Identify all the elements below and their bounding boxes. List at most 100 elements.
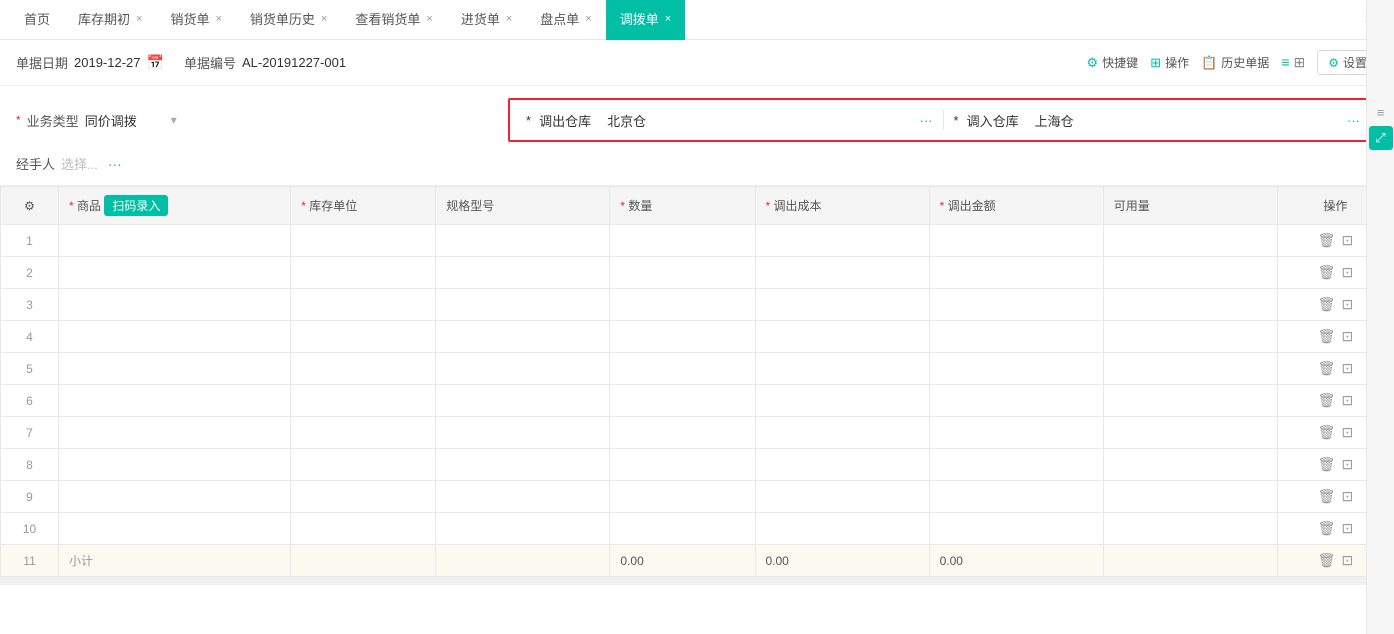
cell-cost[interactable] [755,449,929,481]
copy-icon[interactable]: ⊡ [1341,232,1353,249]
cell-qty[interactable] [610,481,755,513]
cell-amount[interactable] [929,513,1103,545]
tab-sales-history-close[interactable]: × [321,13,327,25]
cell-amount[interactable] [929,289,1103,321]
cell-amount[interactable] [929,353,1103,385]
cell-spec[interactable] [436,385,610,417]
cell-spec[interactable] [436,225,610,257]
grid-layout-icon[interactable]: ⊞ [1293,54,1305,71]
tab-stock-init-close[interactable]: × [136,13,142,25]
cell-spec[interactable] [436,417,610,449]
cell-available[interactable] [1103,481,1277,513]
cell-cost[interactable] [755,289,929,321]
cell-cost[interactable] [755,353,929,385]
delete-icon[interactable]: 🗑 [1318,264,1336,281]
cell-qty[interactable] [610,417,755,449]
cell-unit[interactable] [291,449,436,481]
cell-cost[interactable] [755,385,929,417]
delete-icon[interactable]: 🗑 [1318,424,1336,441]
cell-available[interactable] [1103,257,1277,289]
cell-amount[interactable] [929,321,1103,353]
cell-cost[interactable] [755,225,929,257]
business-type-dropdown-icon[interactable]: ▾ [171,113,177,127]
cell-available[interactable] [1103,449,1277,481]
cell-product[interactable] [59,481,291,513]
tab-transfer[interactable]: 调拨单 × [606,0,685,40]
delete-icon[interactable]: 🗑 [1318,232,1336,249]
cell-cost[interactable] [755,481,929,513]
cell-available[interactable] [1103,289,1277,321]
cell-amount[interactable] [929,417,1103,449]
cell-unit[interactable] [291,385,436,417]
cell-available[interactable] [1103,513,1277,545]
cell-available[interactable] [1103,321,1277,353]
warehouse-in-more-icon[interactable]: ··· [1347,113,1360,128]
cell-amount[interactable] [929,481,1103,513]
delete-icon[interactable]: 🗑 [1318,392,1336,409]
tab-sales-close[interactable]: × [215,13,221,25]
cell-qty[interactable] [610,385,755,417]
cell-spec[interactable] [436,449,610,481]
cell-qty[interactable] [610,449,755,481]
col-settings-icon[interactable]: ⚙ [24,199,35,213]
delete-icon[interactable]: 🗑 [1318,488,1336,505]
cell-product[interactable] [59,289,291,321]
cell-product[interactable] [59,353,291,385]
cell-unit[interactable] [291,257,436,289]
warehouse-out-more-icon[interactable]: ··· [920,113,933,128]
cell-cost[interactable] [755,257,929,289]
delete-icon[interactable]: 🗑 [1318,328,1336,345]
cell-qty[interactable] [610,257,755,289]
copy-icon[interactable]: ⊡ [1341,456,1353,473]
cell-cost[interactable] [755,513,929,545]
cell-amount[interactable] [929,385,1103,417]
scan-button[interactable]: 扫码录入 [104,195,168,216]
delete-icon[interactable]: 🗑 [1318,360,1336,377]
cell-unit[interactable] [291,353,436,385]
cell-spec[interactable] [436,481,610,513]
delete-icon[interactable]: 🗑 [1318,296,1336,313]
cell-amount[interactable] [929,449,1103,481]
tab-transfer-close[interactable]: × [665,13,671,25]
tab-view-sales-close[interactable]: × [426,13,432,25]
delete-icon[interactable]: 🗑 [1318,552,1336,569]
cell-available[interactable] [1103,225,1277,257]
cell-product[interactable] [59,417,291,449]
cell-qty[interactable] [610,225,755,257]
business-type-value[interactable]: 同价调拨 [85,111,165,130]
cell-unit[interactable] [291,481,436,513]
cell-unit[interactable] [291,417,436,449]
tab-stock-init[interactable]: 库存期初 × [64,0,156,40]
cell-product[interactable] [59,513,291,545]
cell-available[interactable] [1103,417,1277,449]
warehouse-out-value[interactable]: 北京仓 [607,111,646,130]
tab-view-sales[interactable]: 查看销货单 × [341,0,446,40]
cell-unit[interactable] [291,321,436,353]
cell-product[interactable] [59,321,291,353]
cell-spec[interactable] [436,257,610,289]
copy-icon[interactable]: ⊡ [1341,360,1353,377]
copy-icon[interactable]: ⊡ [1341,296,1353,313]
warehouse-in-value[interactable]: 上海仓 [1035,111,1074,130]
tab-sales-history[interactable]: 销货单历史 × [236,0,341,40]
right-panel-list-icon[interactable]: ≡ [1369,100,1393,124]
cell-amount[interactable] [929,225,1103,257]
cell-unit[interactable] [291,289,436,321]
cell-qty[interactable] [610,321,755,353]
tab-inventory[interactable]: 盘点单 × [526,0,605,40]
cell-product[interactable] [59,449,291,481]
delete-icon[interactable]: 🗑 [1318,456,1336,473]
copy-icon[interactable]: ⊡ [1341,424,1353,441]
tab-home[interactable]: 首页 [10,0,64,40]
handler-input[interactable]: 选择... [61,154,98,173]
cell-qty[interactable] [610,289,755,321]
shortcut-key-button[interactable]: ⚙ 快捷键 [1087,54,1139,71]
tab-purchase[interactable]: 进货单 × [447,0,526,40]
cell-qty[interactable] [610,353,755,385]
cell-available[interactable] [1103,385,1277,417]
right-panel-expand-icon[interactable]: ⤢ [1369,126,1393,150]
cell-spec[interactable] [436,353,610,385]
cell-qty[interactable] [610,513,755,545]
cell-product[interactable] [59,385,291,417]
tab-inventory-close[interactable]: × [585,13,591,25]
